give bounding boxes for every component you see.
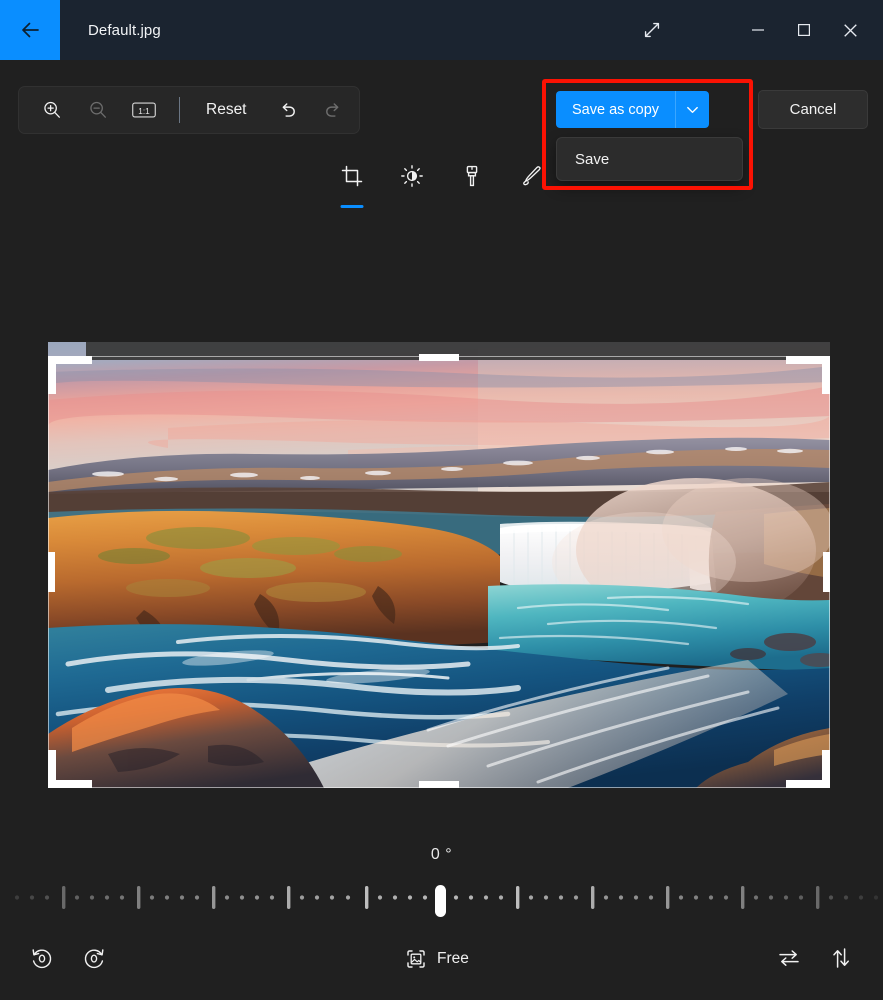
save-as-copy-button[interactable]: Save as copy <box>556 91 676 128</box>
paintbrush-icon <box>466 165 477 187</box>
crop-handle-top-left[interactable] <box>48 356 56 394</box>
undo-icon <box>282 102 295 117</box>
crop-handle-top[interactable] <box>419 354 459 361</box>
rotate-clockwise-icon <box>84 949 104 969</box>
active-tab-indicator <box>460 205 483 208</box>
cancel-button[interactable]: Cancel <box>758 90 868 129</box>
undo-button[interactable] <box>265 90 311 130</box>
tab-adjustment[interactable] <box>395 160 429 200</box>
aspect-ratio-icon <box>407 950 425 968</box>
brightness-icon <box>400 165 423 187</box>
photo-canvas[interactable] <box>48 342 830 788</box>
rotation-slider-thumb[interactable] <box>435 885 446 917</box>
flip-vertical-icon <box>833 948 849 968</box>
photos-editor-window: Default.jpg 1:1 Reset Save as copy Save … <box>0 0 883 1000</box>
zoom-out-button[interactable] <box>75 90 121 130</box>
maximize-button[interactable] <box>781 7 827 53</box>
zoom-in-icon <box>44 101 60 118</box>
redo-button[interactable] <box>311 90 357 130</box>
rotation-angle-label: 0 ° <box>430 846 453 863</box>
maximize-icon <box>798 24 811 37</box>
crop-handle-left[interactable] <box>48 552 55 592</box>
flip-horizontal-button[interactable] <box>767 936 811 980</box>
aspect-ratio-button[interactable]: Free <box>396 941 477 977</box>
close-icon <box>843 23 857 37</box>
crop-handle-bottom-left[interactable] <box>48 750 56 788</box>
title-bar: Default.jpg <box>0 0 883 60</box>
save-menu-item[interactable]: Save <box>557 138 742 180</box>
zoom-in-button[interactable] <box>29 90 75 130</box>
flip-horizontal-icon <box>779 950 799 966</box>
back-button[interactable] <box>0 0 60 60</box>
back-arrow-icon <box>22 22 39 38</box>
window-title: Default.jpg <box>88 21 161 39</box>
rotate-counterclockwise-button[interactable] <box>20 936 64 980</box>
crop-handle-bottom-right[interactable] <box>822 750 830 788</box>
redo-icon <box>326 102 339 117</box>
active-tab-indicator <box>520 205 543 208</box>
tab-markup[interactable] <box>515 160 549 200</box>
tab-filter[interactable] <box>455 160 489 200</box>
edit-mode-tabs <box>0 160 883 208</box>
toolbar-divider <box>179 97 180 123</box>
close-button[interactable] <box>827 7 873 53</box>
minimize-button[interactable] <box>735 7 781 53</box>
waterfall-sunset-photo <box>48 342 830 788</box>
zoom-out-icon <box>90 101 106 118</box>
active-tab-indicator <box>400 205 423 208</box>
flip-vertical-button[interactable] <box>819 936 863 980</box>
save-dropdown-menu: Save <box>556 137 743 181</box>
pen-icon <box>522 166 541 186</box>
crop-handle-top-right[interactable] <box>822 356 830 394</box>
crop-handle-right[interactable] <box>823 552 830 592</box>
zoom-toolbar: 1:1 Reset <box>18 86 360 134</box>
rotate-counterclockwise-icon <box>32 949 52 969</box>
crop-icon <box>341 165 362 187</box>
crop-handle-bottom[interactable] <box>419 781 459 788</box>
aspect-ratio-label: Free <box>437 950 469 967</box>
save-as-copy-split-button[interactable]: Save as copy <box>556 91 710 128</box>
expand-button[interactable] <box>629 7 675 53</box>
minimize-icon <box>752 29 764 31</box>
svg-text:1:1: 1:1 <box>138 107 150 116</box>
one-to-one-icon: 1:1 <box>132 102 156 118</box>
tab-crop[interactable] <box>335 160 369 208</box>
actual-size-button[interactable]: 1:1 <box>121 90 167 130</box>
chevron-down-icon <box>687 106 698 114</box>
save-dropdown-toggle[interactable] <box>676 91 710 128</box>
reset-button[interactable]: Reset <box>194 94 259 126</box>
rotate-clockwise-button[interactable] <box>72 936 116 980</box>
expand-diagonal-icon <box>644 22 660 38</box>
active-tab-indicator <box>340 205 363 208</box>
